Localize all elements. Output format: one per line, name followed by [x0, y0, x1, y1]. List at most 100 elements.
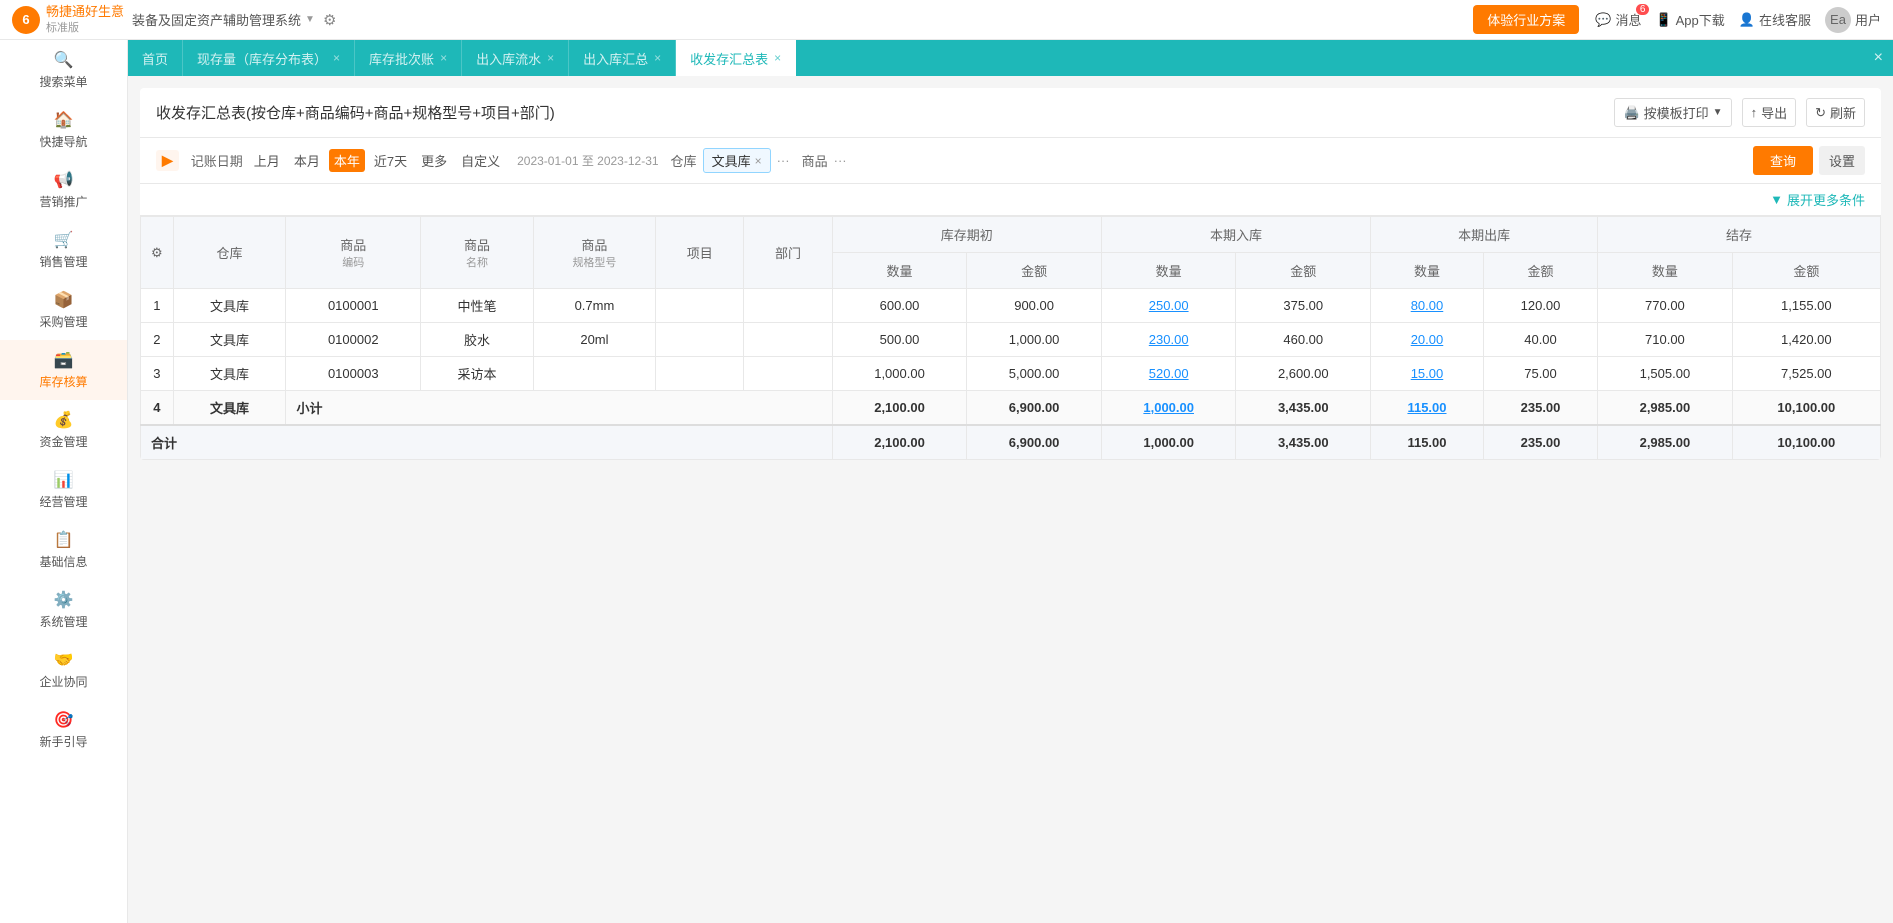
- subtotal-open-amt: 6,900.00: [967, 391, 1102, 426]
- row-close-qty: 710.00: [1598, 323, 1733, 357]
- message-icon-area[interactable]: 💬 6 消息: [1595, 10, 1641, 29]
- date-btn-this-month[interactable]: 本月: [289, 149, 325, 172]
- refresh-button[interactable]: ↻ 刷新: [1806, 98, 1865, 127]
- col-opening-header: 库存期初: [832, 217, 1101, 253]
- system-title: 装备及固定资产辅助管理系统: [132, 10, 301, 29]
- warehouse-more[interactable]: ···: [777, 153, 790, 168]
- date-options: 上月 本月 本年 近7天 更多 自定义: [249, 149, 505, 172]
- data-table: ⚙ 仓库 商品编码 商品名称 商品规格型号 项目 部门 库存期初 本期入库 本期…: [140, 216, 1881, 460]
- operation-icon: 📊: [54, 470, 74, 490]
- subtotal-out-qty[interactable]: 115.00: [1371, 391, 1484, 426]
- page-content: 收发存汇总表(按仓库+商品编码+商品+规格型号+项目+部门) 🖨️ 按模板打印 …: [128, 76, 1893, 923]
- user-area[interactable]: Ea 用户: [1825, 7, 1881, 33]
- tab-home[interactable]: 首页: [128, 40, 183, 76]
- logo-icon: 6: [12, 6, 40, 34]
- online-service[interactable]: 👤 在线客服: [1739, 10, 1811, 29]
- col-in-header: 本期入库: [1101, 217, 1370, 253]
- sidebar-item-quick[interactable]: 🏠 快捷导航: [0, 100, 127, 160]
- date-btn-custom[interactable]: 自定义: [456, 149, 505, 172]
- tab-close-inventory-dist[interactable]: ×: [333, 51, 340, 65]
- subtotal-close-qty: 2,985.00: [1598, 391, 1733, 426]
- tab-inventory-dist-label: 现存量（库存分布表）: [197, 49, 327, 68]
- sidebar-item-collab[interactable]: 🤝 企业协同: [0, 640, 127, 700]
- subtotal-warehouse: 文具库: [173, 391, 286, 426]
- date-btn-7days[interactable]: 近7天: [369, 149, 412, 172]
- export-button[interactable]: ↑ 导出: [1742, 98, 1797, 127]
- marketing-icon: 📢: [54, 170, 74, 190]
- total-label: 合计: [141, 425, 833, 460]
- table-row: 1 文具库 0100001 中性笔 0.7mm 600.00 900.00 25…: [141, 289, 1881, 323]
- row-in-qty[interactable]: 230.00: [1101, 323, 1236, 357]
- date-btn-more[interactable]: 更多: [416, 149, 452, 172]
- total-in-amt: 3,435.00: [1236, 425, 1371, 460]
- settings-icon[interactable]: ⚙: [323, 11, 336, 29]
- col-out-header: 本期出库: [1371, 217, 1598, 253]
- brand-info: 畅捷通好生意 标准版: [46, 4, 124, 36]
- warehouse-tag[interactable]: 文具库 ×: [703, 148, 771, 173]
- total-open-qty: 2,100.00: [832, 425, 967, 460]
- filter-expand-arrow[interactable]: ▶: [156, 150, 179, 171]
- date-btn-this-year[interactable]: 本年: [329, 149, 365, 172]
- date-filter-section: 记账日期 上月 本月 本年 近7天 更多 自定义: [191, 149, 505, 172]
- row-out-qty[interactable]: 20.00: [1371, 323, 1484, 357]
- app-download[interactable]: 📱 App下载: [1655, 10, 1724, 29]
- col-settings-header[interactable]: ⚙: [141, 217, 174, 289]
- sidebar-item-purchase[interactable]: 📦 采购管理: [0, 280, 127, 340]
- row-out-amt: 120.00: [1483, 289, 1597, 323]
- tab-inout-summary[interactable]: 出入库汇总 ×: [569, 40, 676, 76]
- tab-inventory-dist[interactable]: 现存量（库存分布表） ×: [183, 40, 355, 76]
- sidebar-label-purchase: 采购管理: [39, 313, 87, 330]
- col-open-qty-header: 数量: [832, 253, 967, 289]
- print-button[interactable]: 🖨️ 按模板打印 ▼: [1614, 98, 1731, 127]
- tab-close-batch[interactable]: ×: [440, 51, 447, 65]
- sidebar-label-marketing: 营销推广: [39, 193, 87, 210]
- tab-close-recv-send[interactable]: ×: [774, 51, 781, 65]
- row-out-qty[interactable]: 15.00: [1371, 357, 1484, 391]
- col-in-qty-header: 数量: [1101, 253, 1236, 289]
- sidebar-item-search[interactable]: 🔍 搜索菜单: [0, 40, 127, 100]
- tab-close-inout-summary[interactable]: ×: [654, 51, 661, 65]
- sidebar-item-finance[interactable]: 💰 资金管理: [0, 400, 127, 460]
- sales-icon: 🛒: [54, 230, 74, 250]
- sidebar-item-basic[interactable]: 📋 基础信息: [0, 520, 127, 580]
- sidebar-item-marketing[interactable]: 📢 营销推广: [0, 160, 127, 220]
- sidebar-item-guide[interactable]: 🎯 新手引导: [0, 700, 127, 760]
- row-warehouse: 文具库: [173, 357, 286, 391]
- sidebar-item-operation[interactable]: 📊 经营管理: [0, 460, 127, 520]
- tab-home-label: 首页: [142, 49, 168, 68]
- sidebar-item-system[interactable]: ⚙️ 系统管理: [0, 580, 127, 640]
- tab-close-all[interactable]: ×: [1864, 49, 1893, 67]
- row-dept: [744, 357, 832, 391]
- tab-recv-send[interactable]: 收发存汇总表 ×: [676, 40, 796, 76]
- sidebar-label-basic: 基础信息: [39, 553, 87, 570]
- filter-setting-button[interactable]: 设置: [1819, 146, 1865, 175]
- query-button[interactable]: 查询: [1753, 146, 1813, 175]
- row-spec: 20ml: [533, 323, 655, 357]
- row-warehouse: 文具库: [173, 323, 286, 357]
- trial-button[interactable]: 体验行业方案: [1473, 5, 1579, 34]
- sidebar-item-inventory[interactable]: 🗃️ 库存核算: [0, 340, 127, 400]
- subtotal-in-qty[interactable]: 1,000.00: [1101, 391, 1236, 426]
- system-select[interactable]: 装备及固定资产辅助管理系统 ▼: [132, 10, 315, 29]
- row-out-qty[interactable]: 80.00: [1371, 289, 1484, 323]
- goods-more[interactable]: ···: [834, 153, 847, 168]
- sidebar-label-sales: 销售管理: [39, 253, 87, 270]
- total-close-amt: 10,100.00: [1732, 425, 1880, 460]
- top-bar-actions: 体验行业方案 💬 6 消息 📱 App下载 👤 在线客服 Ea 用户: [1473, 5, 1881, 34]
- subtotal-open-qty: 2,100.00: [832, 391, 967, 426]
- sidebar-item-sales[interactable]: 🛒 销售管理: [0, 220, 127, 280]
- col-code-header: 商品编码: [286, 217, 421, 289]
- row-warehouse: 文具库: [173, 289, 286, 323]
- row-in-qty[interactable]: 250.00: [1101, 289, 1236, 323]
- expand-conditions-button[interactable]: ▼ 展开更多条件: [1770, 190, 1865, 209]
- tab-close-inout-flow[interactable]: ×: [547, 51, 554, 65]
- message-icon: 💬: [1595, 12, 1611, 28]
- tab-batch-label: 库存批次账: [369, 49, 434, 68]
- row-out-amt: 40.00: [1483, 323, 1597, 357]
- search-icon: 🔍: [54, 50, 74, 70]
- row-in-qty[interactable]: 520.00: [1101, 357, 1236, 391]
- tab-batch[interactable]: 库存批次账 ×: [355, 40, 462, 76]
- warehouse-tag-close[interactable]: ×: [755, 154, 762, 168]
- date-btn-last-month[interactable]: 上月: [249, 149, 285, 172]
- tab-inout-flow[interactable]: 出入库流水 ×: [462, 40, 569, 76]
